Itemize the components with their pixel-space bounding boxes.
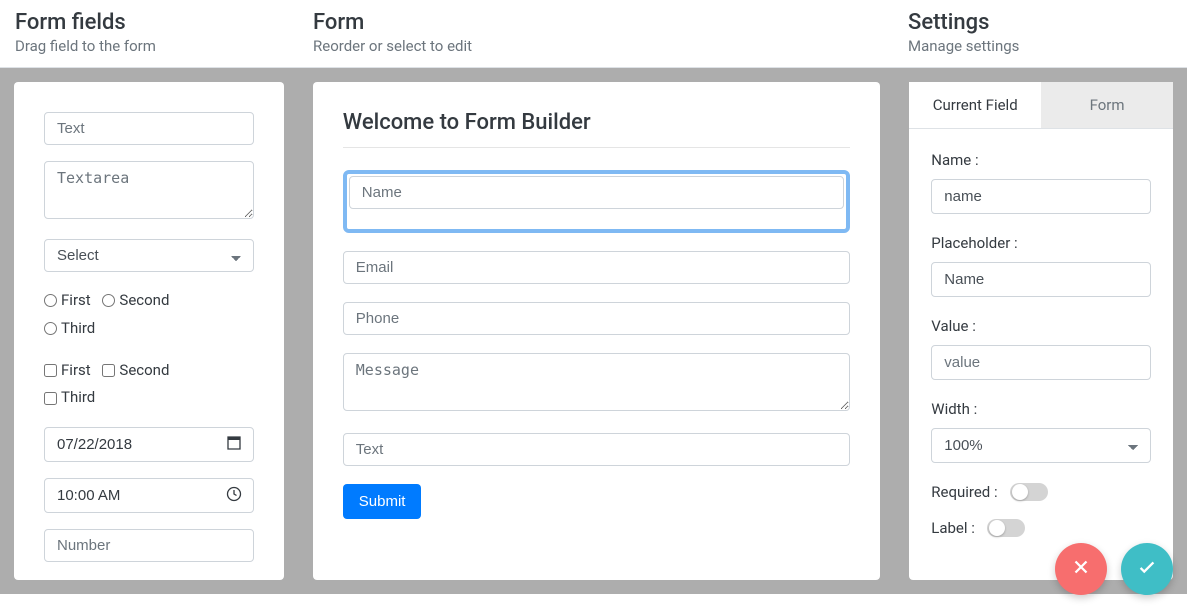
label-name: Name :	[931, 151, 1151, 169]
palette-date-field[interactable]	[44, 427, 254, 462]
tab-form[interactable]: Form	[1041, 82, 1173, 128]
form-input-email[interactable]	[343, 251, 850, 284]
palette-check-third[interactable]: Third	[44, 385, 95, 411]
check-icon	[1136, 556, 1158, 582]
header-settings-title: Settings	[908, 10, 1158, 35]
form-input-text[interactable]	[343, 433, 850, 466]
date-input[interactable]	[44, 427, 254, 462]
label-width: Width :	[931, 400, 1151, 418]
radio-input[interactable]	[44, 322, 57, 335]
form-textarea-message[interactable]	[343, 353, 850, 411]
toggle-knob	[989, 520, 1005, 536]
header-form-sub: Reorder or select to edit	[313, 37, 878, 55]
time-input[interactable]	[44, 478, 254, 513]
palette-text-field[interactable]	[44, 112, 254, 145]
palette-radio-second[interactable]: Second	[102, 288, 169, 314]
input-value[interactable]	[931, 345, 1151, 380]
header-settings: Settings Manage settings	[893, 10, 1173, 55]
select-width[interactable]: 100%	[931, 428, 1151, 463]
check-input[interactable]	[44, 392, 57, 405]
palette-check-first[interactable]: First	[44, 358, 91, 384]
field-palette: Select First Second Third First Second T…	[14, 82, 284, 580]
header-settings-sub: Manage settings	[908, 37, 1158, 55]
label-required: Required :	[931, 483, 997, 501]
palette-radio-third[interactable]: Third	[44, 316, 95, 342]
form-field-name-selected[interactable]	[343, 170, 850, 233]
input-name[interactable]	[931, 179, 1151, 214]
check-input[interactable]	[44, 364, 57, 377]
palette-check-second[interactable]: Second	[102, 358, 169, 384]
palette-checkbox-group: First Second Third	[44, 358, 254, 414]
palette-radio-first[interactable]: First	[44, 288, 91, 314]
radio-input[interactable]	[102, 294, 115, 307]
form-input-phone[interactable]	[343, 302, 850, 335]
input-placeholder[interactable]	[931, 262, 1151, 297]
toggle-label[interactable]	[987, 519, 1025, 537]
header-fields-sub: Drag field to the form	[15, 37, 283, 55]
header-form-title: Form	[313, 10, 878, 35]
palette-select-field[interactable]: Select	[44, 239, 254, 272]
check-input[interactable]	[102, 364, 115, 377]
header-fields-title: Form fields	[15, 10, 283, 35]
toggle-required[interactable]	[1010, 483, 1048, 501]
settings-body: Name : Placeholder : Value : Width : 100…	[909, 129, 1173, 577]
label-placeholder: Placeholder :	[931, 234, 1151, 252]
tab-current-field[interactable]: Current Field	[909, 82, 1041, 128]
row-required: Required :	[931, 483, 1151, 501]
form-preview: Welcome to Form Builder Submit	[313, 82, 880, 580]
radio-input[interactable]	[44, 294, 57, 307]
label-label: Label :	[931, 519, 975, 537]
palette-radio-group: First Second Third	[44, 288, 254, 344]
palette-textarea-field[interactable]	[44, 161, 254, 219]
row-label: Label :	[931, 519, 1151, 537]
settings-tabs: Current Field Form	[909, 82, 1173, 129]
form-input-name[interactable]	[349, 176, 844, 209]
palette-number-field[interactable]	[44, 529, 254, 562]
fab-actions	[1055, 543, 1173, 595]
submit-button[interactable]: Submit	[343, 484, 422, 519]
settings-panel: Current Field Form Name : Placeholder : …	[909, 82, 1173, 580]
page-header: Form fields Drag field to the form Form …	[0, 0, 1187, 68]
close-icon	[1070, 556, 1092, 582]
header-form-fields: Form fields Drag field to the form	[0, 10, 298, 55]
palette-time-field[interactable]	[44, 478, 254, 513]
confirm-button[interactable]	[1121, 543, 1173, 595]
header-form: Form Reorder or select to edit	[298, 10, 893, 55]
toggle-knob	[1012, 484, 1028, 500]
label-value: Value :	[931, 317, 1151, 335]
cancel-button[interactable]	[1055, 543, 1107, 595]
form-title: Welcome to Form Builder	[343, 110, 850, 135]
divider	[343, 147, 850, 148]
builder-body: Select First Second Third First Second T…	[0, 68, 1187, 594]
